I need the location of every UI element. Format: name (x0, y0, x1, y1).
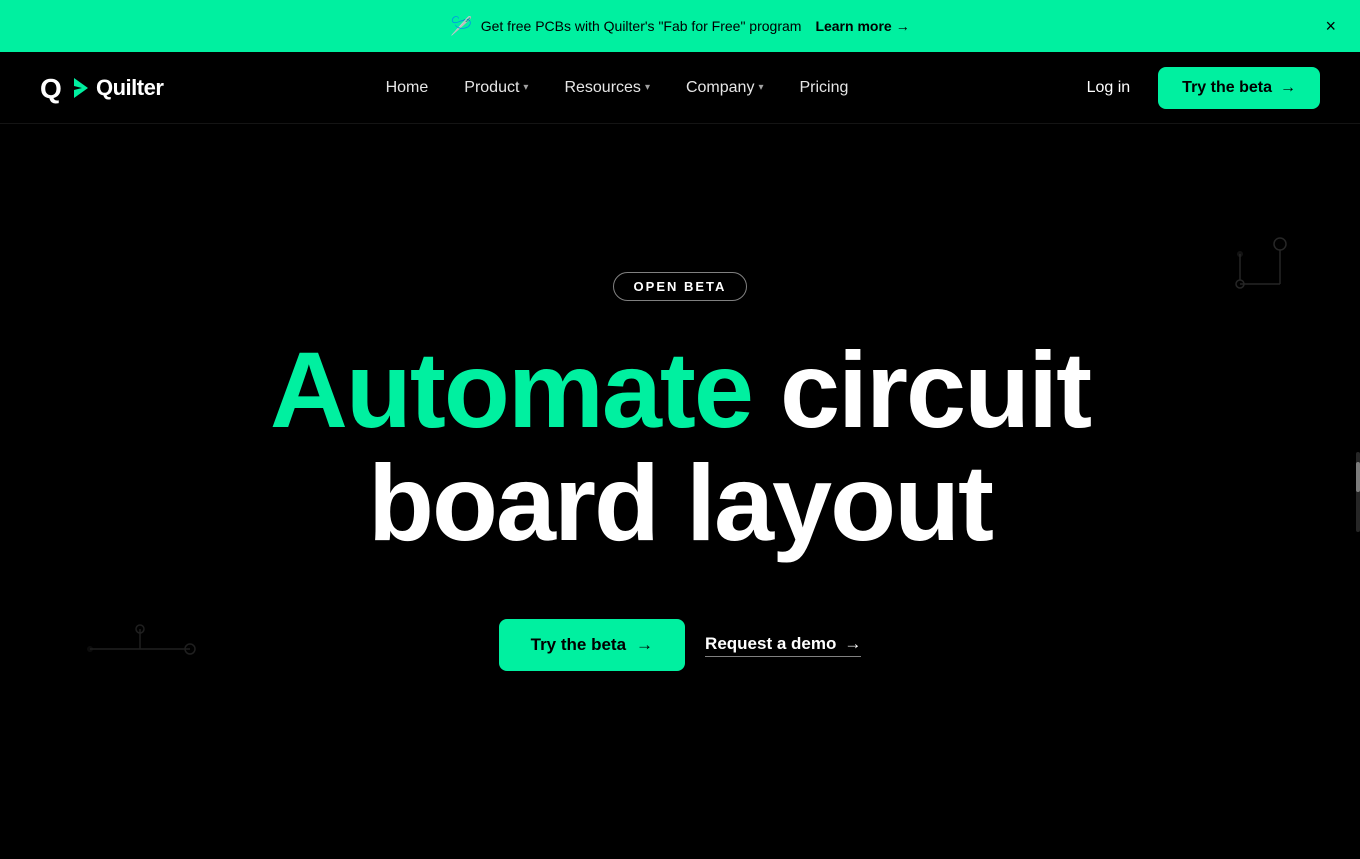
nav-link-home[interactable]: Home (372, 71, 443, 105)
nav-link-company[interactable]: Company ▾ (672, 71, 778, 105)
nav-item-home: Home (372, 71, 443, 105)
navbar: Q Quilter Home Product ▾ Resources ▾ (0, 52, 1360, 124)
announcement-link[interactable]: Learn more → (815, 18, 909, 34)
quilter-logo-svg: Q (40, 70, 88, 106)
nav-label-home: Home (386, 79, 429, 97)
nav-label-company: Company (686, 79, 754, 97)
try-beta-arrow: → (1280, 79, 1296, 97)
hero-heading: Automate circuit board layout (270, 333, 1090, 560)
nav-item-company: Company ▾ (672, 71, 778, 105)
hero-try-beta-button[interactable]: Try the beta → (499, 619, 685, 671)
bar-content: 🪡 Get free PCBs with Quilter's "Fab for … (450, 16, 909, 37)
hero-heading-green: Automate (270, 329, 752, 450)
try-beta-label: Try the beta (1182, 79, 1272, 97)
login-button[interactable]: Log in (1071, 71, 1147, 105)
open-beta-badge: OPEN BETA (613, 272, 748, 301)
nav-item-pricing: Pricing (785, 71, 862, 105)
nav-label-resources: Resources (564, 79, 640, 97)
announcement-bar: 🪡 Get free PCBs with Quilter's "Fab for … (0, 0, 1360, 52)
nav-links: Home Product ▾ Resources ▾ Company ▾ Pri… (372, 71, 863, 105)
hero-request-demo-label: Request a demo (705, 634, 836, 654)
navbar-logo[interactable]: Q Quilter (40, 70, 163, 106)
announcement-link-arrow: → (896, 18, 910, 34)
chevron-down-icon-resources: ▾ (645, 82, 650, 93)
announcement-link-label: Learn more (815, 18, 891, 34)
hero-try-beta-arrow: → (636, 635, 653, 655)
circuit-decoration-bottom-left (80, 619, 200, 679)
nav-link-pricing[interactable]: Pricing (785, 71, 862, 105)
chevron-down-icon-company: ▾ (758, 82, 763, 93)
announcement-close-button[interactable]: × (1321, 13, 1340, 39)
nav-label-pricing: Pricing (799, 79, 848, 97)
logo-mark: Q (40, 70, 88, 106)
hero-request-demo-arrow: → (844, 634, 861, 654)
navbar-actions: Log in Try the beta → (1071, 67, 1320, 109)
announcement-icon: 🪡 (450, 16, 472, 37)
scroll-indicator (1356, 452, 1360, 532)
hero-try-beta-label: Try the beta (531, 635, 626, 655)
hero-heading-white-1: circuit (752, 329, 1090, 450)
svg-text:Q: Q (40, 73, 62, 104)
nav-link-product[interactable]: Product ▾ (450, 71, 542, 105)
nav-link-resources[interactable]: Resources ▾ (550, 71, 664, 105)
circuit-decoration-top-right (1220, 224, 1300, 304)
nav-item-resources: Resources ▾ (550, 71, 664, 105)
hero-ctas: Try the beta → Request a demo → (499, 619, 862, 671)
hero-request-demo-button[interactable]: Request a demo → (705, 634, 861, 657)
hero-heading-white-2: board layout (368, 442, 992, 563)
try-beta-button[interactable]: Try the beta → (1158, 67, 1320, 109)
announcement-text: Get free PCBs with Quilter's "Fab for Fr… (481, 18, 802, 34)
hero-section: OPEN BETA Automate circuit board layout … (0, 124, 1360, 859)
nav-label-product: Product (464, 79, 519, 97)
chevron-down-icon: ▾ (523, 82, 528, 93)
scroll-thumb (1356, 462, 1360, 492)
nav-item-product: Product ▾ (450, 71, 542, 105)
logo-text: Quilter (96, 75, 163, 101)
